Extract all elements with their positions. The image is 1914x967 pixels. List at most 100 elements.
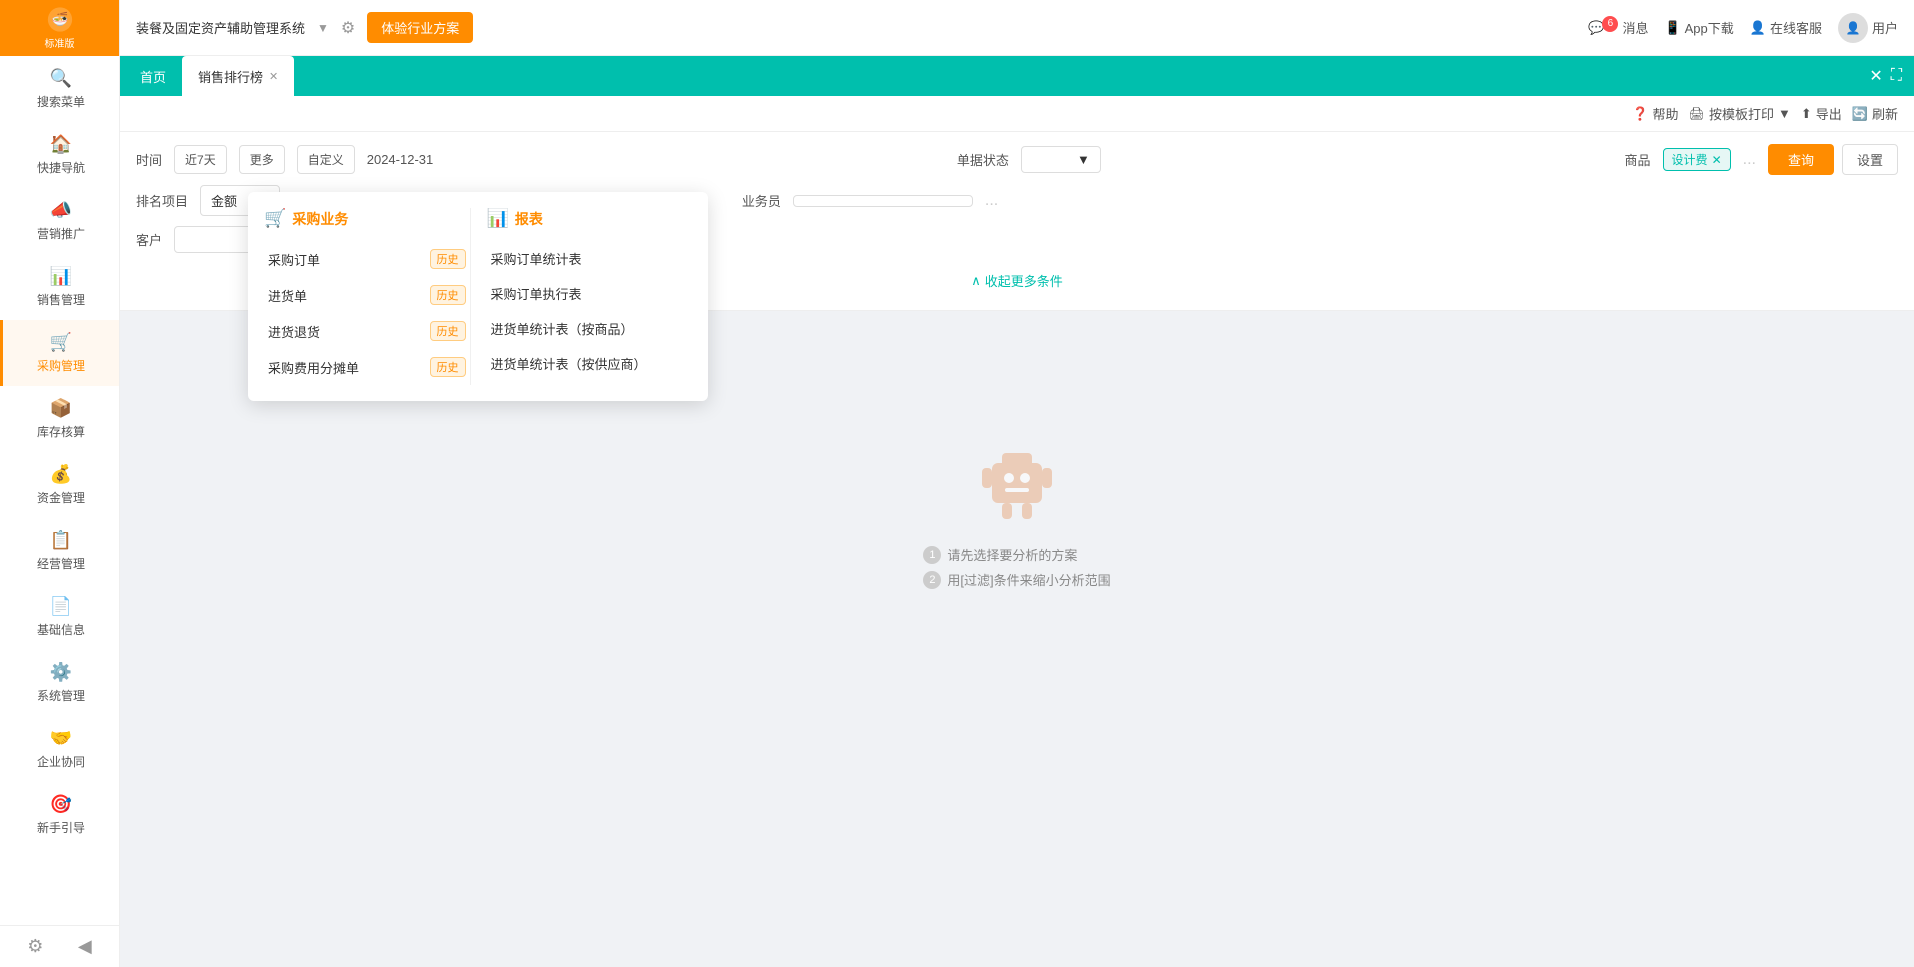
dropdown-sections: 🛒 采购业务 采购订单 历史 进货单 历史 进货退货: [264, 208, 692, 385]
print-dropdown-icon[interactable]: ▼: [1778, 106, 1791, 121]
query-btn[interactable]: 查询: [1768, 144, 1834, 175]
topbar: 装餐及固定资产辅助管理系统 ▼ ⚙ 体验行业方案 💬 6 消息 📱 App下载 …: [120, 0, 1914, 56]
message-label: 消息: [1622, 18, 1648, 37]
collapse-label: 收起更多条件: [985, 271, 1063, 290]
rank-label: 排名项目: [136, 191, 188, 210]
home-icon: 🏠: [50, 134, 72, 155]
item-label: 采购订单统计表: [491, 249, 689, 268]
tip-num-1: 1: [923, 546, 941, 564]
service-icon: 👤: [1750, 20, 1766, 36]
toolbar-right: ❓ 帮助 🖨 按模板打印 ▼ ⬆ 导出 🔄 刷新: [1632, 104, 1898, 123]
dropdown-arrow-icon[interactable]: ▼: [317, 21, 329, 35]
export-item[interactable]: ⬆ 导出: [1801, 104, 1842, 123]
tab-home[interactable]: 首页: [124, 56, 182, 96]
industry-btn[interactable]: 体验行业方案: [367, 12, 473, 43]
sidebar-item-label: 基础信息: [37, 621, 85, 638]
app-download-item[interactable]: 📱 App下载: [1664, 18, 1733, 37]
sidebar-item-finance[interactable]: 💰 资金管理: [0, 452, 119, 518]
sidebar-item-basic[interactable]: 📄 基础信息: [0, 584, 119, 650]
history-badge: 历史: [430, 285, 466, 305]
time-custom-btn[interactable]: 自定义: [297, 145, 355, 174]
salesperson-label: 业务员: [742, 191, 781, 210]
goods-tag: 设计费 ✕: [1663, 148, 1731, 171]
dropdown-item-po-stat[interactable]: 采购订单统计表: [487, 241, 693, 276]
print-item[interactable]: 🖨 按模板打印 ▼: [1688, 104, 1790, 123]
sidebar-item-search[interactable]: 🔍 搜索菜单: [0, 56, 119, 122]
tab-sales-rank[interactable]: 销售排行榜 ✕: [182, 56, 294, 96]
dropdown-item-po-exec[interactable]: 采购订单执行表: [487, 276, 693, 311]
item-label: 采购订单: [268, 250, 430, 269]
sidebar-item-inventory[interactable]: 📦 库存核算: [0, 386, 119, 452]
logo-icon: 🍜: [42, 6, 78, 33]
sidebar: 🍜 标准版 🔍 搜索菜单 🏠 快捷导航 📣 营销推广 📊 销售管理 🛒 采购管理…: [0, 0, 120, 967]
report-section: 📊 报表 采购订单统计表 采购订单执行表 进货单统计表（按商品）: [470, 208, 693, 385]
time-7days-btn[interactable]: 近7天: [174, 145, 227, 174]
marketing-icon: 📣: [50, 200, 72, 221]
sidebar-item-label: 库存核算: [37, 423, 85, 440]
export-label: 导出: [1816, 104, 1842, 123]
item-label: 采购订单执行表: [491, 284, 689, 303]
goods-more-btn[interactable]: ...: [1743, 151, 1756, 169]
goods-tag-close-icon[interactable]: ✕: [1712, 153, 1722, 167]
sidebar-item-purchase[interactable]: 🛒 采购管理: [0, 320, 119, 386]
salesperson-more-btn[interactable]: ...: [985, 192, 998, 210]
dropdown-item-return[interactable]: 进货退货 历史: [264, 313, 470, 349]
empty-tips: 1 请先选择要分析的方案 2 用[过滤]条件来缩小分析范围: [923, 545, 1110, 589]
salesperson-input[interactable]: [793, 195, 973, 207]
user-item[interactable]: 👤 用户: [1838, 13, 1898, 43]
sidebar-bottom: ⚙ ◀: [0, 925, 119, 967]
dropdown-item-purchase-order[interactable]: 采购订单 历史: [264, 241, 470, 277]
maximize-icon[interactable]: ⛶: [1891, 67, 1902, 85]
tab-sales-rank-label: 销售排行榜: [198, 67, 263, 86]
close-window-icon[interactable]: ✕: [1869, 66, 1882, 86]
sidebar-item-label: 快捷导航: [37, 159, 85, 176]
user-label: 用户: [1872, 18, 1898, 37]
goods-tag-value: 设计费: [1672, 151, 1708, 168]
item-label: 进货单统计表（按供应商）: [491, 354, 689, 373]
sidebar-item-label: 采购管理: [37, 357, 85, 374]
sidebar-item-guide[interactable]: 🎯 新手引导: [0, 782, 119, 848]
tab-close-icon[interactable]: ✕: [269, 70, 278, 83]
message-item[interactable]: 💬 6 消息: [1588, 18, 1648, 37]
app-download-label: App下载: [1685, 18, 1734, 37]
sidebar-item-label: 资金管理: [37, 489, 85, 506]
refresh-item[interactable]: 🔄 刷新: [1852, 104, 1898, 123]
report-section-title: 📊 报表: [487, 208, 693, 229]
app-title: 装餐及固定资产辅助管理系统: [136, 18, 305, 37]
dropdown-item-inbound-stat-supplier[interactable]: 进货单统计表（按供应商）: [487, 346, 693, 381]
sidebar-item-sales[interactable]: 📊 销售管理: [0, 254, 119, 320]
system-icon: ⚙️: [50, 662, 72, 683]
report-section-label: 报表: [515, 209, 543, 229]
tip-text-2: 用[过滤]条件来缩小分析范围: [947, 570, 1110, 589]
dropdown-item-purchase-expense[interactable]: 采购费用分摊单 历史: [264, 349, 470, 385]
set-btn[interactable]: 设置: [1842, 144, 1898, 175]
help-item[interactable]: ❓ 帮助: [1632, 104, 1678, 123]
sidebar-item-collab[interactable]: 🤝 企业协同: [0, 716, 119, 782]
logo-text: 标准版: [45, 35, 75, 50]
dropdown-item-inbound-stat-goods[interactable]: 进货单统计表（按商品）: [487, 311, 693, 346]
rank-value: 金额: [211, 191, 237, 210]
sidebar-item-operation[interactable]: 📋 经营管理: [0, 518, 119, 584]
sidebar-item-nav[interactable]: 🏠 快捷导航: [0, 122, 119, 188]
export-icon: ⬆: [1801, 106, 1812, 122]
dropdown-item-inbound[interactable]: 进货单 历史: [264, 277, 470, 313]
purchase-icon: 🛒: [50, 332, 72, 353]
collapse-sidebar-icon[interactable]: ◀: [78, 936, 92, 957]
print-icon: 🖨: [1688, 106, 1705, 122]
sidebar-item-label: 营销推广: [37, 225, 85, 242]
help-label: 帮助: [1652, 104, 1678, 123]
sidebar-item-label: 销售管理: [37, 291, 85, 308]
sidebar-item-marketing[interactable]: 📣 营销推广: [0, 188, 119, 254]
settings-icon[interactable]: ⚙: [27, 936, 43, 957]
sidebar-item-system[interactable]: ⚙️ 系统管理: [0, 650, 119, 716]
time-label: 时间: [136, 150, 162, 169]
order-status-select[interactable]: ▼: [1021, 146, 1101, 173]
basic-icon: 📄: [50, 596, 72, 617]
time-more-btn[interactable]: 更多: [239, 145, 285, 174]
filter-actions: 查询 设置: [1768, 144, 1898, 175]
gear-icon[interactable]: ⚙: [341, 18, 355, 38]
report-section-icon: 📊: [487, 208, 509, 229]
purchase-section-icon: 🛒: [264, 208, 286, 229]
empty-tip-1: 1 请先选择要分析的方案: [923, 545, 1110, 564]
online-service-item[interactable]: 👤 在线客服: [1750, 18, 1822, 37]
